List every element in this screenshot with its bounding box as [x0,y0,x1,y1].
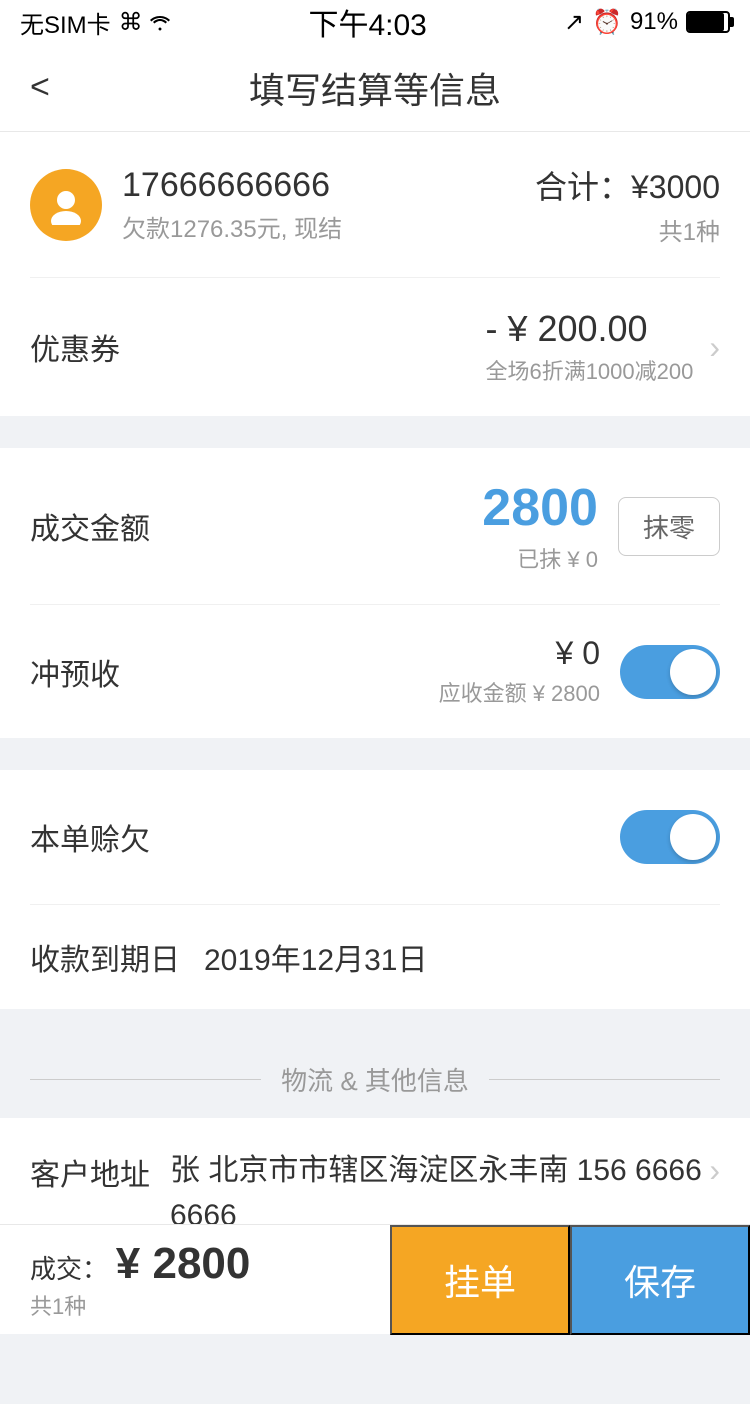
debit-toggle-knob [670,814,716,860]
coupon-right: - ¥ 200.00 全场6折满1000减200 › [485,308,720,386]
customer-phone: 17666666666 [122,166,342,205]
bottom-bar: 成交： ¥ 2800 共1种 挂单 保存 [0,1224,750,1334]
amount-sub: 已抹 ¥ 0 [482,542,598,574]
deal-amount-section: 成交金额 2800 已抹 ¥ 0 抹零 冲预收 ¥ 0 应收金额 ¥ 2800 [0,448,750,738]
debit-label: 本单赊欠 [30,815,150,859]
prepay-row: 冲预收 ¥ 0 应收金额 ¥ 2800 [0,605,750,738]
section-gap-1 [0,432,750,448]
duedate-value: 2019年12月31日 [204,935,427,979]
coupon-discount: - ¥ 200.00 [485,308,693,350]
divider-line-right [489,1079,720,1080]
coupon-row[interactable]: 优惠券 - ¥ 200.00 全场6折满1000减200 › [0,278,750,416]
bottom-summary: 成交： ¥ 2800 共1种 [0,1239,390,1321]
total-amount: 合计：¥3000 [535,162,720,208]
amount-label: 成交金额 [30,504,150,548]
round-button[interactable]: 抹零 [618,497,720,556]
nav-bar: < 填写结算等信息 [0,44,750,132]
location-icon: ↗ [564,8,584,37]
debit-row: 本单赊欠 [0,770,750,904]
address-label: 客户地址 [30,1150,150,1194]
amount-value: 2800 [482,478,598,538]
section-gap-2 [0,754,750,770]
customer-right: 合计：¥3000 共1种 [535,162,720,247]
toggle-knob [670,649,716,695]
coupon-desc: 全场6折满1000减200 [485,354,693,386]
customer-row: 17666666666 欠款1276.35元, 现结 合计：¥3000 共1种 [0,132,750,277]
duedate-row: 收款到期日 2019年12月31日 [0,905,750,1009]
prepay-sub: 应收金额 ¥ 2800 [439,676,600,708]
status-time: 下午4:03 [308,0,426,44]
total-count: 共1种 [535,212,720,247]
bottom-summary-row: 成交： ¥ 2800 [30,1239,360,1289]
page-title: 填写结算等信息 [249,62,501,114]
prepay-amount-block: ¥ 0 应收金额 ¥ 2800 [439,635,600,708]
customer-section: 17666666666 欠款1276.35元, 现结 合计：¥3000 共1种 … [0,132,750,416]
avatar [30,169,102,241]
alarm-icon: ⏰ [592,8,622,37]
prepay-toggle[interactable] [620,645,720,699]
prepay-amount: ¥ 0 [439,635,600,672]
prepay-right: ¥ 0 应收金额 ¥ 2800 [439,635,720,708]
customer-info: 17666666666 欠款1276.35元, 现结 [122,166,342,244]
address-chevron-icon: › [709,1152,720,1189]
coupon-label: 优惠券 [30,325,120,369]
save-button[interactable]: 保存 [570,1225,750,1335]
hold-button[interactable]: 挂单 [390,1225,570,1335]
status-right: ↗ ⏰ 91% [564,8,730,37]
battery-percentage: 91% [630,8,678,36]
status-left: 无SIM卡 ⌘ [20,5,171,40]
logistics-divider: 物流 & 其他信息 [0,1041,750,1118]
amount-right: 2800 已抹 ¥ 0 抹零 [482,478,720,574]
back-button[interactable]: < [30,58,70,117]
chevron-right-icon: › [709,329,720,366]
customer-left: 17666666666 欠款1276.35元, 现结 [30,166,342,244]
bottom-summary-amount: ¥ 2800 [116,1239,251,1288]
divider-line-left [30,1079,261,1080]
amount-row: 成交金额 2800 已抹 ¥ 0 抹零 [0,448,750,604]
debit-section: 本单赊欠 收款到期日 2019年12月31日 [0,770,750,1009]
prepay-label: 冲预收 [30,650,120,694]
wifi-icon: ⌘ [119,8,172,37]
customer-sub-text: 欠款1276.35元, 现结 [122,209,342,244]
bottom-summary-label: 成交： [30,1254,108,1284]
section-gap-3 [0,1025,750,1041]
bottom-summary-count: 共1种 [30,1289,360,1321]
debit-toggle[interactable] [620,810,720,864]
status-bar: 无SIM卡 ⌘ 下午4:03 ↗ ⏰ 91% [0,0,750,44]
logistics-label: 物流 & 其他信息 [281,1061,469,1098]
carrier-text: 无SIM卡 [20,5,111,40]
duedate-label: 收款到期日 [30,935,180,979]
battery-icon [686,11,730,33]
